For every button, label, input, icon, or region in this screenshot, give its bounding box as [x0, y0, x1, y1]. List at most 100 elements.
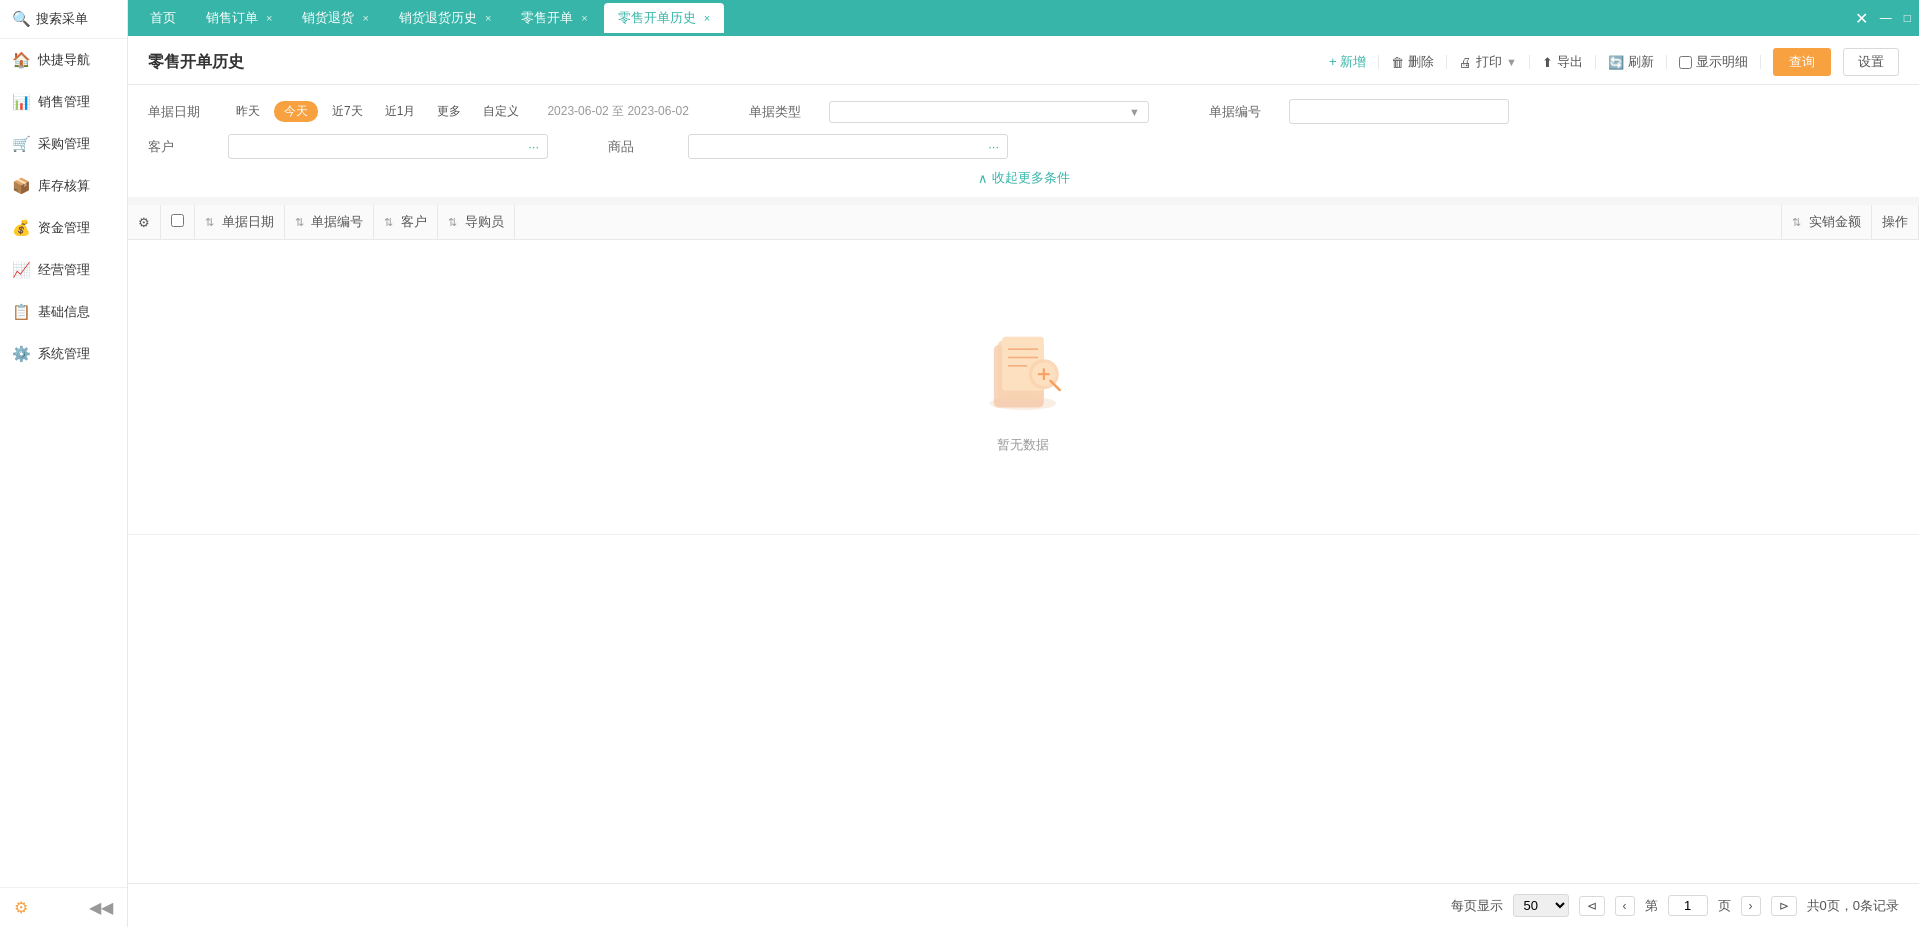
tab-retail-open[interactable]: 零售开单 ×	[507, 3, 601, 33]
filter-row-1: 单据日期 昨天 今天 近7天 近1月 更多 自定义 2023-06-02 至 2…	[148, 99, 1899, 124]
query-button[interactable]: 查询	[1773, 48, 1831, 76]
th-date[interactable]: ⇅ 单据日期	[195, 205, 285, 240]
window-close-icon[interactable]: ✕	[1855, 9, 1868, 28]
th-customer[interactable]: ⇅ 客户	[374, 205, 438, 240]
refresh-button[interactable]: 🔄 刷新	[1608, 53, 1654, 71]
th-amount[interactable]: ⇅ 实销金额	[1782, 205, 1872, 240]
print-button[interactable]: 🖨 打印 ▼	[1459, 53, 1517, 71]
tab-sales-return-close[interactable]: ×	[362, 12, 368, 24]
window-maximize-icon[interactable]: □	[1904, 11, 1911, 25]
tab-sales-return-history-label: 销货退货历史	[399, 9, 477, 27]
customer-filter-label: 客户	[148, 138, 208, 156]
settings-bottom-icon[interactable]: ⚙	[14, 898, 28, 917]
first-page-button[interactable]: ⊲	[1579, 896, 1605, 916]
type-select[interactable]: ▼	[829, 101, 1149, 123]
tab-sales-order[interactable]: 销售订单 ×	[192, 3, 286, 33]
date-btn-today[interactable]: 今天	[274, 101, 318, 122]
sidebar-item-label: 库存核算	[38, 177, 90, 195]
add-button[interactable]: + 新增	[1329, 53, 1366, 71]
tab-retail-history-close[interactable]: ×	[704, 12, 710, 24]
select-all-checkbox[interactable]	[171, 214, 184, 227]
per-page-select[interactable]: 50 100 200	[1513, 894, 1569, 917]
goods-input[interactable]	[697, 139, 988, 154]
sidebar-item-quick-nav[interactable]: 🏠 快捷导航	[0, 39, 127, 81]
sidebar-item-label: 采购管理	[38, 135, 90, 153]
last-page-button[interactable]: ⊳	[1771, 896, 1797, 916]
collapse-button[interactable]: ∧ 收起更多条件	[148, 169, 1899, 187]
th-spacer	[514, 205, 1782, 240]
sidebar-item-label: 快捷导航	[38, 51, 90, 69]
sidebar-item-sales-mgmt[interactable]: 📊 销售管理	[0, 81, 127, 123]
divider6	[1760, 55, 1761, 69]
print-arrow-icon: ▼	[1506, 56, 1517, 68]
tab-retail-open-close[interactable]: ×	[581, 12, 587, 24]
export-button[interactable]: ⬆ 导出	[1542, 53, 1583, 71]
finance-icon: 💰	[12, 219, 30, 237]
divider5	[1666, 55, 1667, 69]
th-date-label: 单据日期	[222, 214, 274, 229]
delete-button[interactable]: 🗑 删除	[1391, 53, 1434, 71]
window-minimize-icon[interactable]: —	[1880, 11, 1892, 25]
th-order-no[interactable]: ⇅ 单据编号	[284, 205, 374, 240]
sidebar-item-sys-mgmt[interactable]: ⚙️ 系统管理	[0, 333, 127, 375]
th-amount-label: 实销金额	[1809, 214, 1861, 229]
sidebar-item-inventory[interactable]: 📦 库存核算	[0, 165, 127, 207]
top-nav-right: ✕ — □	[1855, 9, 1911, 28]
sidebar-bottom: ⚙ ◀◀	[0, 887, 127, 927]
th-checkbox[interactable]	[161, 205, 195, 240]
date-btn-7days[interactable]: 近7天	[324, 101, 371, 122]
collapse-sidebar-icon[interactable]: ◀◀	[89, 898, 113, 917]
display-detail-check[interactable]	[1679, 56, 1692, 69]
add-label: + 新增	[1329, 53, 1366, 71]
divider4	[1595, 55, 1596, 69]
ops-icon: 📈	[12, 261, 30, 279]
goods-ellipsis-icon[interactable]: ···	[988, 139, 999, 154]
top-nav: 首页 销售订单 × 销货退货 × 销货退货历史 × 零售开单 × 零售开单历史 …	[128, 0, 1919, 36]
page-input[interactable]	[1668, 895, 1708, 916]
sidebar-item-operations[interactable]: 📈 经营管理	[0, 249, 127, 291]
prev-page-button[interactable]: ‹	[1615, 896, 1635, 916]
page-label: 第	[1645, 897, 1658, 915]
tab-retail-history-label: 零售开单历史	[618, 9, 696, 27]
date-btn-more[interactable]: 更多	[429, 101, 469, 122]
empty-illustration	[973, 320, 1073, 420]
date-btn-custom[interactable]: 自定义	[475, 101, 527, 122]
th-salesperson[interactable]: ⇅ 导购员	[437, 205, 514, 240]
box-icon: 📦	[12, 177, 30, 195]
date-btn-yesterday[interactable]: 昨天	[228, 101, 268, 122]
print-icon: 🖨	[1459, 55, 1472, 70]
sidebar-item-label: 基础信息	[38, 303, 90, 321]
tab-sales-return-history-close[interactable]: ×	[485, 12, 491, 24]
toolbar: + 新增 🗑 删除 🖨 打印 ▼ ⬆ 导出	[1329, 48, 1899, 76]
sidebar-item-basic-info[interactable]: 📋 基础信息	[0, 291, 127, 333]
next-page-button[interactable]: ›	[1741, 896, 1761, 916]
tab-sales-return-history[interactable]: 销货退货历史 ×	[385, 3, 505, 33]
divider2	[1446, 55, 1447, 69]
date-buttons: 昨天 今天 近7天 近1月 更多 自定义	[228, 101, 527, 122]
th-salesperson-label: 导购员	[465, 214, 504, 229]
goods-filter-label: 商品	[608, 138, 668, 156]
sidebar-item-purchase-mgmt[interactable]: 🛒 采购管理	[0, 123, 127, 165]
search-icon: 🔍	[12, 10, 30, 28]
th-settings[interactable]: ⚙	[128, 205, 161, 240]
display-detail-label: 显示明细	[1696, 53, 1748, 71]
orderno-input[interactable]	[1289, 99, 1509, 124]
sort-orderno-icon: ⇅	[295, 216, 304, 228]
sort-date-icon: ⇅	[205, 216, 214, 228]
settings-button[interactable]: 设置	[1843, 48, 1899, 76]
content-area: 零售开单历史 + 新增 🗑 删除 🖨 打印 ▼ ⬆	[128, 36, 1919, 927]
sidebar-item-finance[interactable]: 💰 资金管理	[0, 207, 127, 249]
total-info: 共0页，0条记录	[1807, 897, 1899, 915]
th-action-label: 操作	[1882, 214, 1908, 229]
date-btn-1month[interactable]: 近1月	[377, 101, 424, 122]
customer-input[interactable]	[237, 139, 528, 154]
tab-retail-history[interactable]: 零售开单历史 ×	[604, 3, 724, 33]
tab-home[interactable]: 首页	[136, 3, 190, 33]
display-detail-checkbox[interactable]: 显示明细	[1679, 53, 1748, 71]
customer-ellipsis-icon[interactable]: ···	[528, 139, 539, 154]
tab-sales-return[interactable]: 销货退货 ×	[288, 3, 382, 33]
tab-sales-order-close[interactable]: ×	[266, 12, 272, 24]
page-unit: 页	[1718, 897, 1731, 915]
sidebar-item-label: 资金管理	[38, 219, 90, 237]
sidebar-search[interactable]: 🔍 搜索采单	[0, 0, 127, 39]
